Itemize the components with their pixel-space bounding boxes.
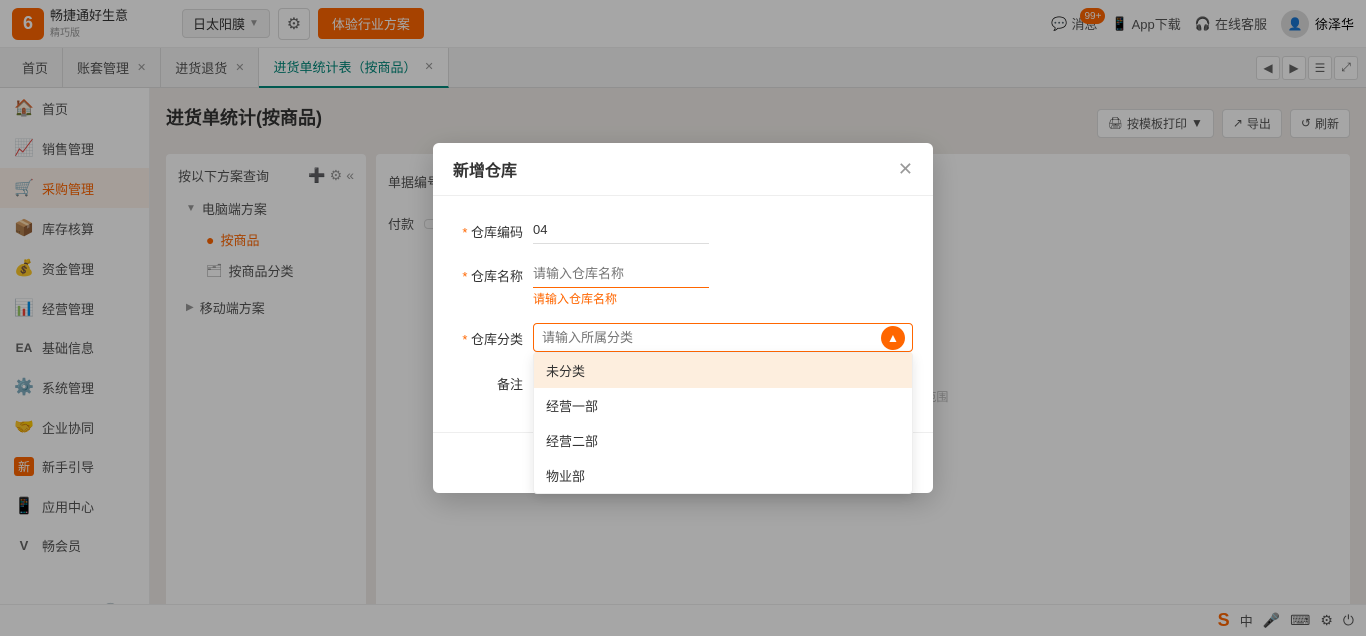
modal-title: 新增仓库 [453, 157, 517, 181]
dropdown-item-uncategorized[interactable]: 未分类 [534, 353, 912, 388]
category-wrap: ▲ 未分类 经营一部 经营二部 物业部 [533, 323, 913, 352]
category-input[interactable] [533, 323, 913, 352]
warehouse-code-row: 仓库编码 [453, 216, 913, 244]
code-input-wrap [533, 216, 913, 244]
name-label: 仓库名称 [453, 260, 523, 285]
name-error-msg: 请输入仓库名称 [533, 290, 913, 307]
dropdown-item-dept3[interactable]: 物业部 [534, 458, 912, 493]
modal-body: 仓库编码 仓库名称 请输入仓库名称 仓库分类 ▲ [433, 196, 933, 432]
warehouse-code-input[interactable] [533, 216, 709, 244]
category-dropdown: 未分类 经营一部 经营二部 物业部 [533, 352, 913, 494]
category-label: 仓库分类 [453, 323, 523, 348]
warehouse-name-row: 仓库名称 请输入仓库名称 [453, 260, 913, 307]
name-input-wrap: 请输入仓库名称 [533, 260, 913, 307]
dropdown-item-dept2[interactable]: 经营二部 [534, 423, 912, 458]
category-toggle-icon[interactable]: ▲ [881, 326, 905, 350]
code-label: 仓库编码 [453, 216, 523, 241]
modal-close-button[interactable]: ✕ [898, 159, 913, 180]
new-warehouse-modal: 新增仓库 ✕ 仓库编码 仓库名称 请输入仓库名称 仓库分类 [433, 143, 933, 493]
warehouse-name-input[interactable] [533, 260, 709, 288]
remark-label: 备注 [453, 368, 523, 393]
modal-overlay: 新增仓库 ✕ 仓库编码 仓库名称 请输入仓库名称 仓库分类 [0, 0, 1366, 636]
modal-header: 新增仓库 ✕ [433, 143, 933, 196]
warehouse-category-row: 仓库分类 ▲ 未分类 经营一部 经营二部 物业部 [453, 323, 913, 352]
dropdown-item-dept1[interactable]: 经营一部 [534, 388, 912, 423]
